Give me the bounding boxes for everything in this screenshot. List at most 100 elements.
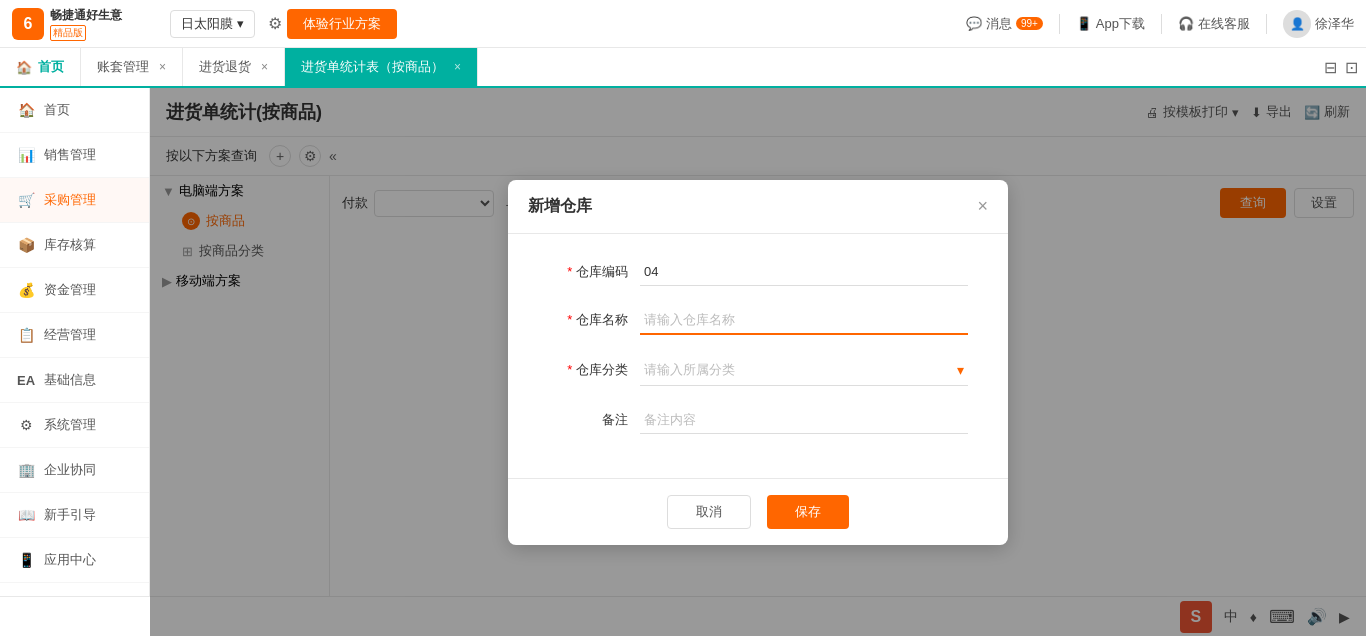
purchase-icon: 🛒	[16, 190, 36, 210]
sidebar-item-app-center[interactable]: 📱 应用中心	[0, 538, 149, 583]
modal-overlay: 新增仓库 × 仓库编码 仓库名称 仓库分类	[150, 88, 1366, 636]
tab-purchase-return-label: 进货退货	[199, 58, 251, 76]
divider-1	[1059, 14, 1060, 34]
brand-name: 畅捷通好生意	[50, 7, 122, 24]
category-label: 仓库分类	[548, 361, 628, 379]
finance-icon: 💰	[16, 280, 36, 300]
form-row-remark: 备注	[548, 406, 968, 434]
sidebar: 🏠 首页 📊 销售管理 🛒 采购管理 📦 库存核算 💰 资金管理 📋 经营管理 …	[0, 88, 150, 636]
sidebar-guide-label: 新手引导	[44, 506, 96, 524]
app-download-tool[interactable]: 📱 App下载	[1076, 15, 1145, 33]
store-chevron-icon	[237, 16, 244, 31]
tab-account-close-icon[interactable]: ×	[159, 60, 166, 74]
sidebar-item-guide[interactable]: 📖 新手引导	[0, 493, 149, 538]
sidebar-operations-label: 经营管理	[44, 326, 96, 344]
sales-icon: 📊	[16, 145, 36, 165]
warehouse-category-select[interactable]: 请输入所属分类 ▾	[640, 355, 968, 386]
category-chevron-icon: ▾	[957, 362, 964, 378]
guide-icon: 📖	[16, 505, 36, 525]
inventory-icon: 📦	[16, 235, 36, 255]
sidebar-item-finance[interactable]: 💰 资金管理	[0, 268, 149, 313]
modal-footer: 取消 保存	[508, 478, 1008, 545]
warehouse-code-input[interactable]	[640, 258, 968, 286]
category-placeholder: 请输入所属分类	[644, 361, 957, 379]
form-row-name: 仓库名称	[548, 306, 968, 335]
sidebar-item-enterprise[interactable]: 🏢 企业协同	[0, 448, 149, 493]
code-label: 仓库编码	[548, 263, 628, 281]
form-row-category: 仓库分类 请输入所属分类 ▾	[548, 355, 968, 386]
save-button[interactable]: 保存	[767, 495, 849, 529]
headset-icon: 🎧	[1178, 16, 1194, 31]
sidebar-sales-label: 销售管理	[44, 146, 96, 164]
modal-title: 新增仓库	[528, 196, 592, 217]
mobile-icon: 📱	[1076, 16, 1092, 31]
message-icon: 💬	[966, 16, 982, 31]
sidebar-purchase-label: 采购管理	[44, 191, 96, 209]
service-label: 在线客服	[1198, 15, 1250, 33]
tab-minimize-icon[interactable]: ⊟	[1324, 58, 1337, 77]
tab-purchase-stats[interactable]: 进货单统计表（按商品） ×	[285, 48, 478, 86]
tab-purchase-return-close-icon[interactable]: ×	[261, 60, 268, 74]
remark-label: 备注	[548, 411, 628, 429]
tab-expand-icon[interactable]: ⊡	[1345, 58, 1358, 77]
main-layout: 🏠 首页 📊 销售管理 🛒 采购管理 📦 库存核算 💰 资金管理 📋 经营管理 …	[0, 88, 1366, 636]
modal-header: 新增仓库 ×	[508, 180, 1008, 234]
cancel-button[interactable]: 取消	[667, 495, 751, 529]
sidebar-item-operations[interactable]: 📋 经营管理	[0, 313, 149, 358]
store-selector[interactable]: 日太阳膜	[170, 10, 255, 38]
tab-purchase-stats-close-icon[interactable]: ×	[454, 60, 461, 74]
sidebar-item-sales[interactable]: 📊 销售管理	[0, 133, 149, 178]
message-label: 消息	[986, 15, 1012, 33]
remark-input[interactable]	[640, 406, 968, 434]
settings-icon[interactable]: ⚙	[263, 12, 287, 36]
service-tool[interactable]: 🎧 在线客服	[1178, 15, 1250, 33]
sidebar-home-label: 首页	[44, 101, 70, 119]
sidebar-basic-info-label: 基础信息	[44, 371, 96, 389]
tab-bar-actions: ⊟ ⊡	[1316, 48, 1366, 86]
sidebar-item-purchase[interactable]: 🛒 采购管理	[0, 178, 149, 223]
modal-body: 仓库编码 仓库名称 仓库分类 请输入所属分类 ▾	[508, 234, 1008, 478]
sidebar-finance-label: 资金管理	[44, 281, 96, 299]
tab-bar: 🏠 首页 账套管理 × 进货退货 × 进货单统计表（按商品） × ⊟ ⊡	[0, 48, 1366, 88]
tab-account-label: 账套管理	[97, 58, 149, 76]
logo-area: 6 畅捷通好生意 精品版	[12, 7, 162, 41]
name-label: 仓库名称	[548, 311, 628, 329]
sidebar-item-basic-info[interactable]: EA 基础信息	[0, 358, 149, 403]
tab-account[interactable]: 账套管理 ×	[81, 48, 183, 86]
trial-button[interactable]: 体验行业方案	[287, 9, 397, 39]
modal-close-icon[interactable]: ×	[977, 196, 988, 217]
brand-info: 畅捷通好生意 精品版	[50, 7, 122, 41]
sidebar-inventory-label: 库存核算	[44, 236, 96, 254]
basic-info-icon: EA	[16, 370, 36, 390]
sidebar-app-center-label: 应用中心	[44, 551, 96, 569]
message-tool[interactable]: 💬 消息 99+	[966, 15, 1043, 33]
sidebar-system-label: 系统管理	[44, 416, 96, 434]
app-center-icon: 📱	[16, 550, 36, 570]
sidebar-item-inventory[interactable]: 📦 库存核算	[0, 223, 149, 268]
top-header: 6 畅捷通好生意 精品版 日太阳膜 ⚙ 体验行业方案 💬 消息 99+ 📱 Ap…	[0, 0, 1366, 48]
message-badge: 99+	[1016, 17, 1043, 30]
sidebar-item-system[interactable]: ⚙ 系统管理	[0, 403, 149, 448]
user-tool[interactable]: 👤 徐泽华	[1283, 10, 1354, 38]
user-name: 徐泽华	[1315, 15, 1354, 33]
brand-badge: 精品版	[50, 25, 86, 41]
divider-3	[1266, 14, 1267, 34]
app-dl-label: App下载	[1096, 15, 1145, 33]
app-logo-icon: 6	[12, 8, 44, 40]
sidebar-item-home[interactable]: 🏠 首页	[0, 88, 149, 133]
home-icon: 🏠	[16, 60, 32, 75]
store-name: 日太阳膜	[181, 15, 233, 33]
tab-purchase-return[interactable]: 进货退货 ×	[183, 48, 285, 86]
form-row-code: 仓库编码	[548, 258, 968, 286]
enterprise-icon: 🏢	[16, 460, 36, 480]
warehouse-name-input[interactable]	[640, 306, 968, 335]
tab-purchase-stats-label: 进货单统计表（按商品）	[301, 58, 444, 76]
home-sidebar-icon: 🏠	[16, 100, 36, 120]
system-icon: ⚙	[16, 415, 36, 435]
content-area: 进货单统计(按商品) 🖨 按模板打印 ▾ ⬇ 导出 🔄 刷新 按以下方案查询	[150, 88, 1366, 636]
header-tools: 💬 消息 99+ 📱 App下载 🎧 在线客服 👤 徐泽华	[966, 10, 1354, 38]
new-warehouse-modal: 新增仓库 × 仓库编码 仓库名称 仓库分类	[508, 180, 1008, 545]
operations-icon: 📋	[16, 325, 36, 345]
tab-home[interactable]: 🏠 首页	[0, 48, 81, 86]
user-avatar: 👤	[1283, 10, 1311, 38]
